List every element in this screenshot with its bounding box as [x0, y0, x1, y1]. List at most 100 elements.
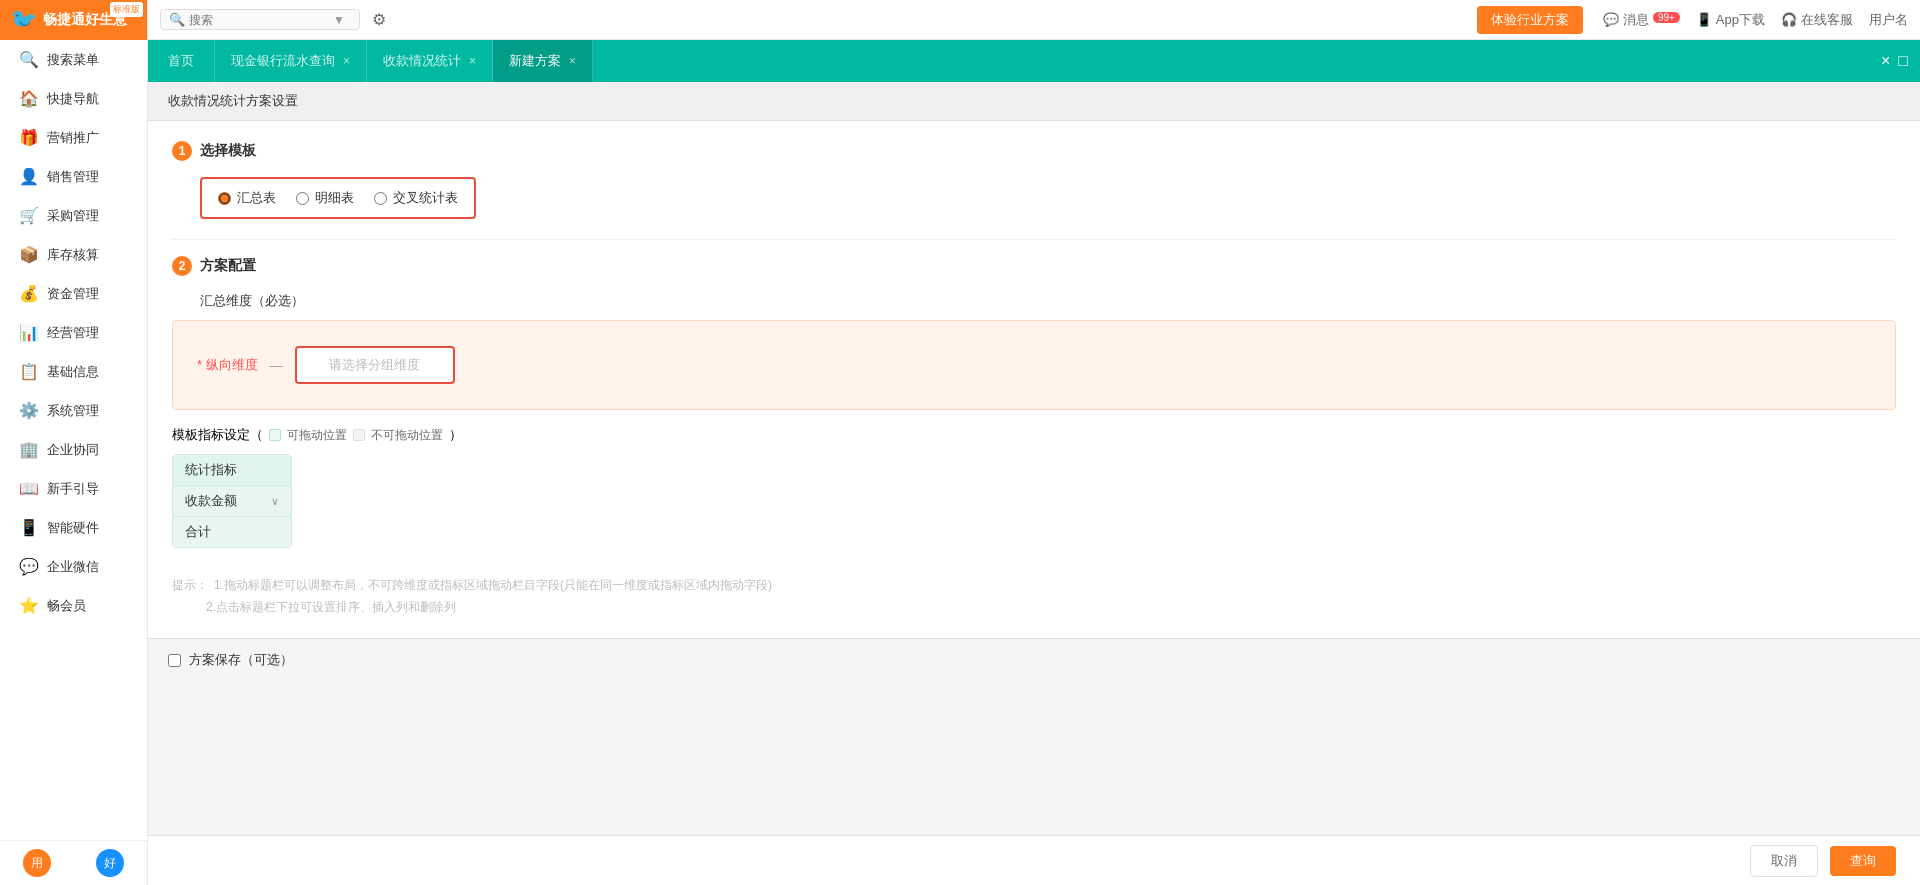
- notification-icon: 💬: [1603, 12, 1619, 27]
- search-box: 🔍 ▼: [160, 9, 360, 30]
- section2-label: 方案配置: [200, 257, 256, 275]
- metrics-section: 模板指标设定（ 可拖动位置 不可拖动位置 ） 统计指标: [172, 426, 1896, 551]
- legend-fixed: 不可拖动位置: [353, 427, 443, 444]
- sidebar-item-operation[interactable]: 📊 经营管理: [0, 313, 147, 352]
- sidebar-logo: 🐦 畅捷通好生意 标准版: [0, 0, 147, 40]
- radio-cross-label[interactable]: 交叉统计表: [393, 189, 458, 207]
- tab-collection-stat-label: 收款情况统计: [383, 52, 461, 70]
- tab-bank-flow-close[interactable]: ×: [343, 54, 350, 68]
- radio-detail[interactable]: 明细表: [296, 189, 354, 207]
- radio-cross-input[interactable]: [374, 192, 387, 205]
- radio-detail-input[interactable]: [296, 192, 309, 205]
- sidebar-bottom-avatar1[interactable]: 用: [23, 849, 51, 877]
- sidebar-item-corp-wechat[interactable]: 💬 企业微信: [0, 547, 147, 586]
- sidebar-item-sales[interactable]: 👤 销售管理: [0, 157, 147, 196]
- sales-icon: 👤: [19, 167, 39, 186]
- inventory-icon: 📦: [19, 245, 39, 264]
- system-icon: ⚙️: [19, 401, 39, 420]
- sidebar-item-label-search-menu: 搜索菜单: [47, 51, 99, 69]
- sidebar-item-label-corp-wechat: 企业微信: [47, 558, 99, 576]
- radio-summary[interactable]: 汇总表: [218, 189, 276, 207]
- metrics-cell-label: 收款金额: [185, 492, 237, 510]
- main-card: 1 选择模板 汇总表 明细表 交叉统计表 2: [148, 121, 1920, 638]
- dimension-subtitle: 汇总维度（必选）: [200, 292, 1896, 310]
- legend-fixed-dot: [353, 429, 365, 441]
- page-header: 收款情况统计方案设置: [148, 82, 1920, 121]
- tab-home[interactable]: 首页: [148, 40, 215, 82]
- radio-summary-label[interactable]: 汇总表: [237, 189, 276, 207]
- purchase-icon: 🛒: [19, 206, 39, 225]
- bottom-bar: 取消 查询: [148, 835, 1920, 885]
- support-label: 在线客服: [1801, 11, 1853, 29]
- sidebar-item-search-menu[interactable]: 🔍 搜索菜单: [0, 40, 147, 79]
- sidebar-item-finance[interactable]: 💰 资金管理: [0, 274, 147, 313]
- sidebar-item-corp-collab[interactable]: 🏢 企业协同: [0, 430, 147, 469]
- content: 收款情况统计方案设置 1 选择模板 汇总表 明细表 交叉统计表: [148, 82, 1920, 835]
- search-menu-icon: 🔍: [19, 50, 39, 69]
- legend-movable-dot: [269, 429, 281, 441]
- tab-collection-stat-close[interactable]: ×: [469, 54, 476, 68]
- notification-item[interactable]: 💬 消息 99+: [1603, 11, 1680, 29]
- metrics-table-cell[interactable]: 收款金额 ∨: [173, 486, 291, 516]
- sidebar-item-quick-nav[interactable]: 🏠 快捷导航: [0, 79, 147, 118]
- radio-detail-label[interactable]: 明细表: [315, 189, 354, 207]
- legend-movable-label: 可拖动位置: [287, 427, 347, 444]
- radio-summary-input[interactable]: [218, 192, 231, 205]
- tip-text-1: 1.拖动标题栏可以调整布局，不可跨维度或指标区域拖动栏目字段(只能在同一维度或指…: [214, 575, 772, 597]
- save-plan-label[interactable]: 方案保存（可选）: [189, 651, 293, 669]
- sidebar-item-label-inventory: 库存核算: [47, 246, 99, 264]
- metrics-cell-dropdown-icon[interactable]: ∨: [271, 495, 279, 508]
- main: 🔍 ▼ ⚙ 体验行业方案 💬 消息 99+ 📱 App下载 🎧 在线客服 用户名: [148, 0, 1920, 885]
- sidebar: 🐦 畅捷通好生意 标准版 🔍 搜索菜单 🏠 快捷导航 🎁 营销推广 👤 销售管理…: [0, 0, 148, 885]
- sidebar-item-basic-info[interactable]: 📋 基础信息: [0, 352, 147, 391]
- save-plan-checkbox[interactable]: [168, 654, 181, 667]
- config-section: 汇总维度（必选） * 纵向维度 — 请选择分组维度 模板指标设定（: [172, 292, 1896, 618]
- page-header-title: 收款情况统计方案设置: [168, 93, 298, 108]
- sidebar-item-label-quick-nav: 快捷导航: [47, 90, 99, 108]
- tip-line-2: 2.点击标题栏下拉可设置排序、插入列和删除列: [172, 597, 1896, 619]
- section2-number: 2: [172, 256, 192, 276]
- download-icon: 📱: [1696, 12, 1712, 27]
- sidebar-item-smart-hw[interactable]: 📱 智能硬件: [0, 508, 147, 547]
- sidebar-item-system[interactable]: ⚙️ 系统管理: [0, 391, 147, 430]
- operation-icon: 📊: [19, 323, 39, 342]
- cancel-button[interactable]: 取消: [1750, 845, 1818, 877]
- sidebar-item-purchase[interactable]: 🛒 采购管理: [0, 196, 147, 235]
- topbar: 🔍 ▼ ⚙ 体验行业方案 💬 消息 99+ 📱 App下载 🎧 在线客服 用户名: [148, 0, 1920, 40]
- tab-maximize-icon[interactable]: □: [1898, 52, 1908, 70]
- tab-home-label: 首页: [168, 52, 194, 70]
- sidebar-bottom-avatar2[interactable]: 好: [96, 849, 124, 877]
- tab-bank-flow[interactable]: 现金银行流水查询 ×: [215, 40, 367, 82]
- footer-save-section: 方案保存（可选）: [148, 638, 1920, 681]
- query-button[interactable]: 查询: [1830, 846, 1896, 876]
- sidebar-item-label-smart-hw: 智能硬件: [47, 519, 99, 537]
- sidebar-item-label-operation: 经营管理: [47, 324, 99, 342]
- trial-button[interactable]: 体验行业方案: [1477, 6, 1583, 34]
- download-label: App下载: [1716, 11, 1765, 29]
- radio-cross[interactable]: 交叉统计表: [374, 189, 458, 207]
- sidebar-item-marketing[interactable]: 🎁 营销推广: [0, 118, 147, 157]
- tab-new-plan-close[interactable]: ×: [569, 54, 576, 68]
- support-item[interactable]: 🎧 在线客服: [1781, 11, 1853, 29]
- basic-info-icon: 📋: [19, 362, 39, 381]
- dimension-placeholder[interactable]: 请选择分组维度: [295, 346, 455, 384]
- tab-close-all-icon[interactable]: ×: [1881, 52, 1890, 70]
- sidebar-item-inventory[interactable]: 📦 库存核算: [0, 235, 147, 274]
- tips-section: 提示： 1.拖动标题栏可以调整布局，不可跨维度或指标区域拖动栏目字段(只能在同一…: [172, 575, 1896, 618]
- beginner-icon: 📖: [19, 479, 39, 498]
- avatar1-icon: 用: [23, 849, 51, 877]
- sidebar-item-beginner[interactable]: 📖 新手引导: [0, 469, 147, 508]
- search-icon: 🔍: [169, 12, 185, 27]
- sidebar-bottom: 用 好: [0, 840, 147, 885]
- tip-line-1: 提示： 1.拖动标题栏可以调整布局，不可跨维度或指标区域拖动栏目字段(只能在同一…: [172, 575, 1896, 597]
- tab-collection-stat[interactable]: 收款情况统计 ×: [367, 40, 493, 82]
- section1-label: 选择模板: [200, 142, 256, 160]
- corp-wechat-icon: 💬: [19, 557, 39, 576]
- sidebar-item-membership[interactable]: ⭐ 畅会员: [0, 586, 147, 625]
- membership-icon: ⭐: [19, 596, 39, 615]
- settings-icon[interactable]: ⚙: [372, 10, 386, 29]
- tab-new-plan[interactable]: 新建方案 ×: [493, 40, 593, 82]
- download-item[interactable]: 📱 App下载: [1696, 11, 1765, 29]
- search-input[interactable]: [189, 13, 329, 27]
- dimension-arrow: —: [270, 358, 283, 373]
